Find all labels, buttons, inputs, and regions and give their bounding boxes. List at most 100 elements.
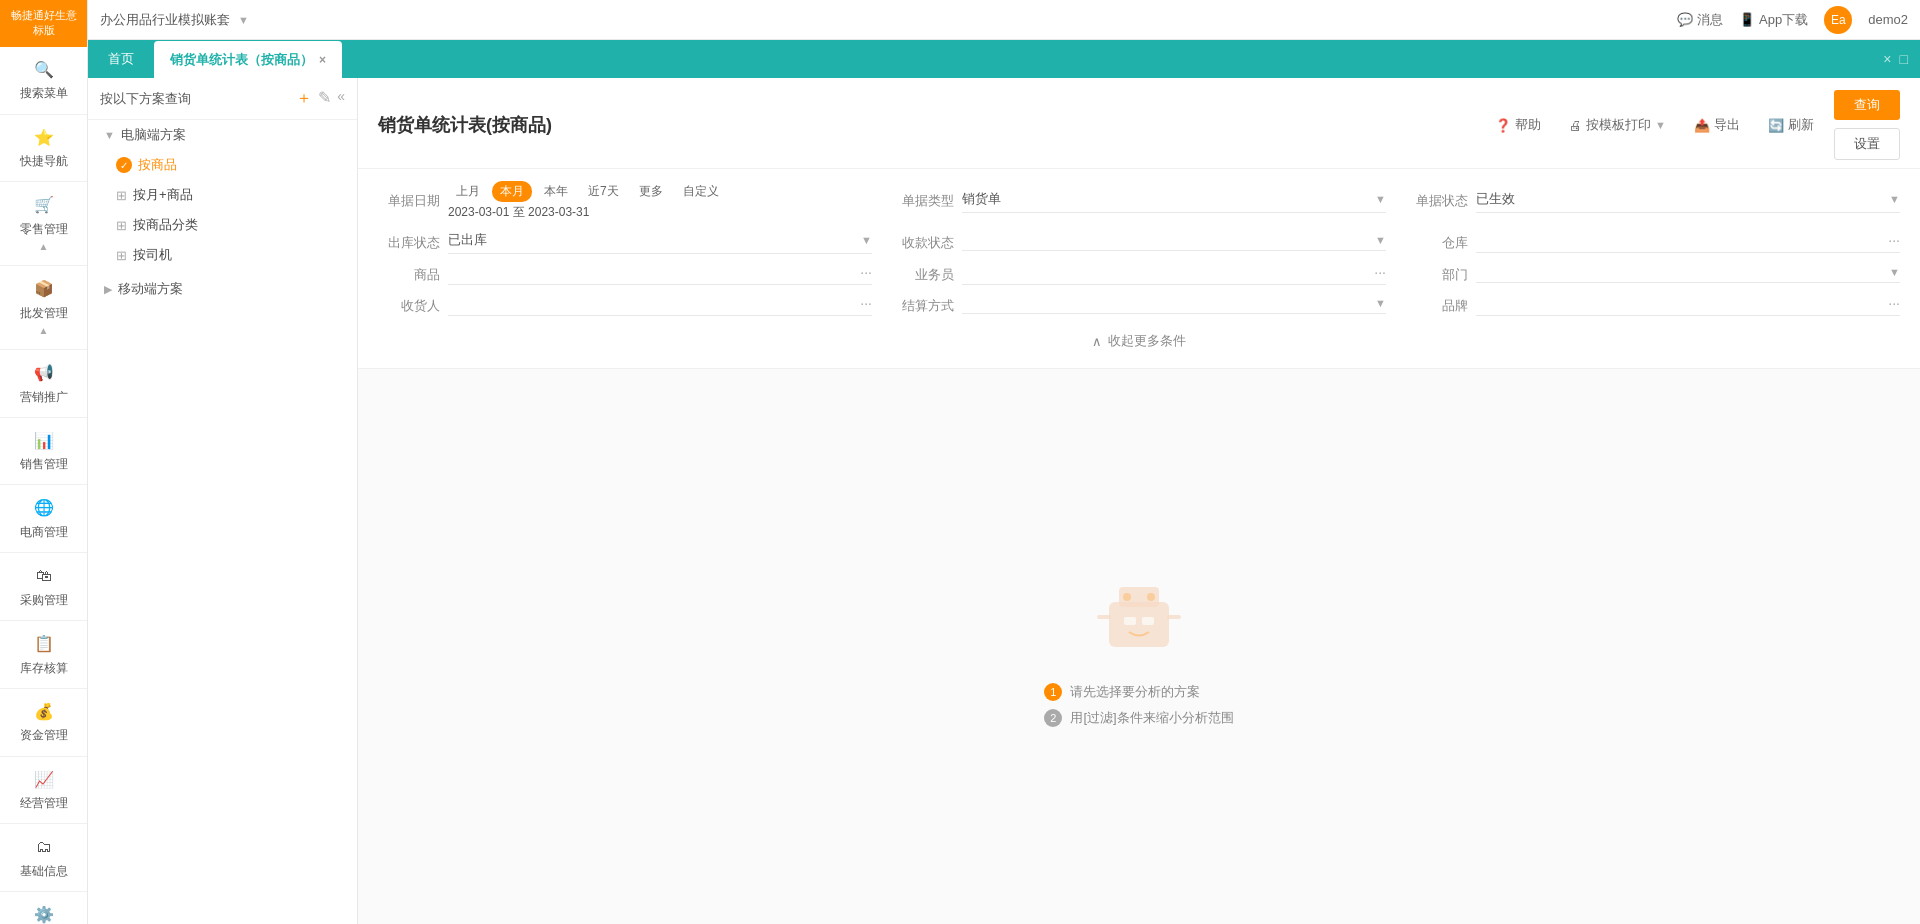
sidebar-item-system[interactable]: ⚙️ 系统管理: [0, 892, 87, 924]
doctype-dropdown-icon[interactable]: ▼: [1375, 193, 1386, 205]
filter-warehouse-value[interactable]: ···: [1476, 232, 1900, 253]
export-label: 导出: [1714, 116, 1740, 134]
date-btn-more[interactable]: 更多: [631, 181, 671, 202]
topbar-industry[interactable]: 办公用品行业模拟账套: [100, 11, 230, 29]
filter-doctype-cell: 单据类型 销货单 ▼: [892, 181, 1386, 221]
tab-close-window-icon[interactable]: ×: [1883, 51, 1891, 67]
sidebar-item-marketing[interactable]: 📢 营销推广: [0, 350, 87, 418]
grid-icon-1: ⊞: [116, 188, 127, 203]
purchase-icon: 🛍: [36, 563, 52, 589]
sales-icon: 📊: [34, 428, 54, 454]
query-button[interactable]: 查询: [1834, 90, 1900, 120]
tree-item-by-goods[interactable]: ✓ 按商品: [88, 150, 357, 180]
brand-dots-icon[interactable]: ···: [1888, 295, 1900, 311]
wholesale-icon: 📦: [34, 276, 54, 302]
quicknav-icon: ⭐: [34, 125, 54, 151]
help-button[interactable]: ❓ 帮助: [1487, 112, 1549, 138]
sidebar-item-wholesale-label: 批发管理: [20, 304, 68, 323]
date-btn-this-year[interactable]: 本年: [536, 181, 576, 202]
filter-salesman-label: 业务员: [892, 266, 962, 284]
goods-dots-icon[interactable]: ···: [860, 264, 872, 280]
filter-outstatus-value[interactable]: 已出库 ▼: [448, 231, 872, 254]
topbar-app-download[interactable]: 📱 App下载: [1739, 11, 1808, 29]
sidebar-item-wholesale[interactable]: 📦 批发管理 ▲: [0, 266, 87, 350]
filter-dept-value[interactable]: ▼: [1476, 266, 1900, 283]
filter-doctype-value[interactable]: 销货单 ▼: [962, 190, 1386, 213]
add-scheme-icon[interactable]: ＋: [296, 88, 312, 109]
user-avatar[interactable]: Ea: [1824, 6, 1852, 34]
filter-dept-cell: 部门 ▼: [1406, 264, 1900, 285]
sidebar-item-quicknav[interactable]: ⭐ 快捷导航: [0, 115, 87, 183]
date-btn-custom[interactable]: 自定义: [675, 181, 727, 202]
paystatus-dropdown-icon[interactable]: ▼: [1375, 234, 1386, 246]
topbar-message[interactable]: 💬 消息: [1677, 11, 1723, 29]
empty-state: 1 请先选择要分析的方案 2 用[过滤]条件来缩小分析范围: [358, 369, 1920, 924]
topbar-username[interactable]: demo2: [1868, 12, 1908, 27]
topbar-left: 办公用品行业模拟账套 ▼: [100, 11, 249, 29]
sidebar-item-inventory[interactable]: 📋 库存核算: [0, 621, 87, 689]
topbar-arrow-icon[interactable]: ▼: [238, 14, 249, 26]
filter-payment-cell: 结算方式 ▼: [892, 295, 1386, 316]
print-button[interactable]: 🖨 按模板打印 ▼: [1561, 112, 1674, 138]
sidebar-logo[interactable]: 畅捷通好生意 标版: [0, 0, 87, 47]
mobile-expand-icon[interactable]: ▶: [104, 283, 112, 296]
tree-item-by-month-goods[interactable]: ⊞ 按月+商品: [88, 180, 357, 210]
filter-docstatus-value[interactable]: 已生效 ▼: [1476, 190, 1900, 213]
collapse-filter-button[interactable]: ∧ 收起更多条件: [378, 326, 1900, 356]
sidebar-item-search[interactable]: 🔍 搜索菜单: [0, 47, 87, 115]
main-area: 办公用品行业模拟账套 ▼ 💬 消息 📱 App下载 Ea demo2 首页 销货…: [88, 0, 1920, 924]
sidebar-logo-subtext: 标版: [8, 23, 79, 38]
warehouse-dots-icon[interactable]: ···: [1888, 232, 1900, 248]
page-actions: ❓ 帮助 🖨 按模板打印 ▼ 📤 导出 🔄 刷新: [1487, 90, 1900, 160]
sidebar-item-ecom[interactable]: 🌐 电商管理: [0, 485, 87, 553]
export-button[interactable]: 📤 导出: [1686, 112, 1748, 138]
sidebar-item-operation[interactable]: 📈 经营管理: [0, 757, 87, 825]
date-btn-this-month[interactable]: 本月: [492, 181, 532, 202]
filter-goods-value[interactable]: ···: [448, 264, 872, 285]
salesman-dots-icon[interactable]: ···: [1374, 264, 1386, 280]
payment-dropdown-icon[interactable]: ▼: [1375, 297, 1386, 309]
dept-dropdown-icon[interactable]: ▼: [1889, 266, 1900, 278]
tip-num-1: 1: [1044, 683, 1062, 701]
filter-salesman-cell: 业务员 ···: [892, 264, 1386, 285]
consignee-dots-icon[interactable]: ···: [860, 295, 872, 311]
tree-mobile-section[interactable]: ▶ 移动端方案: [88, 274, 357, 304]
filter-salesman-value[interactable]: ···: [962, 264, 1386, 285]
collapse-panel-icon[interactable]: «: [337, 88, 345, 109]
print-icon: 🖨: [1569, 118, 1582, 133]
page-header: 销货单统计表(按商品) ❓ 帮助 🖨 按模板打印 ▼ 📤 导出: [358, 78, 1920, 169]
date-btn-7days[interactable]: 近7天: [580, 181, 627, 202]
grid-icon-3: ⊞: [116, 248, 127, 263]
tab-statistics[interactable]: 销货单统计表（按商品） ×: [154, 41, 342, 79]
sidebar-item-finance-label: 资金管理: [20, 726, 68, 745]
help-icon: ❓: [1495, 118, 1511, 133]
tab-home[interactable]: 首页: [88, 40, 154, 78]
filter-date-value: 上月 本月 本年 近7天 更多 自定义 2023-03-01 至 2023-03…: [448, 181, 872, 221]
settings-button[interactable]: 设置: [1834, 128, 1900, 160]
filter-brand-value[interactable]: ···: [1476, 295, 1900, 316]
filter-paystatus-value[interactable]: ▼: [962, 234, 1386, 251]
sidebar-item-basic[interactable]: 🗂 基础信息: [0, 824, 87, 892]
sidebar-item-ecom-label: 电商管理: [20, 523, 68, 542]
docstatus-dropdown-icon[interactable]: ▼: [1889, 193, 1900, 205]
sidebar-item-finance[interactable]: 💰 资金管理: [0, 689, 87, 757]
tree-item-by-sku[interactable]: ⊞ 按司机: [88, 240, 357, 270]
sidebar-item-retail[interactable]: 🛒 零售管理 ▲: [0, 182, 87, 266]
tab-close-icon[interactable]: ×: [319, 53, 326, 67]
edit-scheme-icon[interactable]: ✎: [318, 88, 331, 109]
filter-payment-value[interactable]: ▼: [962, 297, 1386, 314]
tree-item-by-category[interactable]: ⊞ 按商品分类: [88, 210, 357, 240]
sidebar-item-purchase[interactable]: 🛍 采购管理: [0, 553, 87, 621]
pc-expand-icon[interactable]: ▼: [104, 129, 115, 141]
query-action-group: 查询 设置: [1834, 90, 1900, 160]
date-btn-last-month[interactable]: 上月: [448, 181, 488, 202]
empty-tip-1: 1 请先选择要分析的方案: [1044, 683, 1233, 701]
tab-maximize-icon[interactable]: □: [1900, 51, 1908, 67]
download-icon: 📱: [1739, 12, 1755, 27]
print-dropdown-icon[interactable]: ▼: [1655, 119, 1666, 131]
outstatus-dropdown-icon[interactable]: ▼: [861, 234, 872, 246]
sidebar-item-sales[interactable]: 📊 销售管理: [0, 418, 87, 486]
refresh-button[interactable]: 🔄 刷新: [1760, 112, 1822, 138]
filter-consignee-value[interactable]: ···: [448, 295, 872, 316]
filter-brand-cell: 品牌 ···: [1406, 295, 1900, 316]
